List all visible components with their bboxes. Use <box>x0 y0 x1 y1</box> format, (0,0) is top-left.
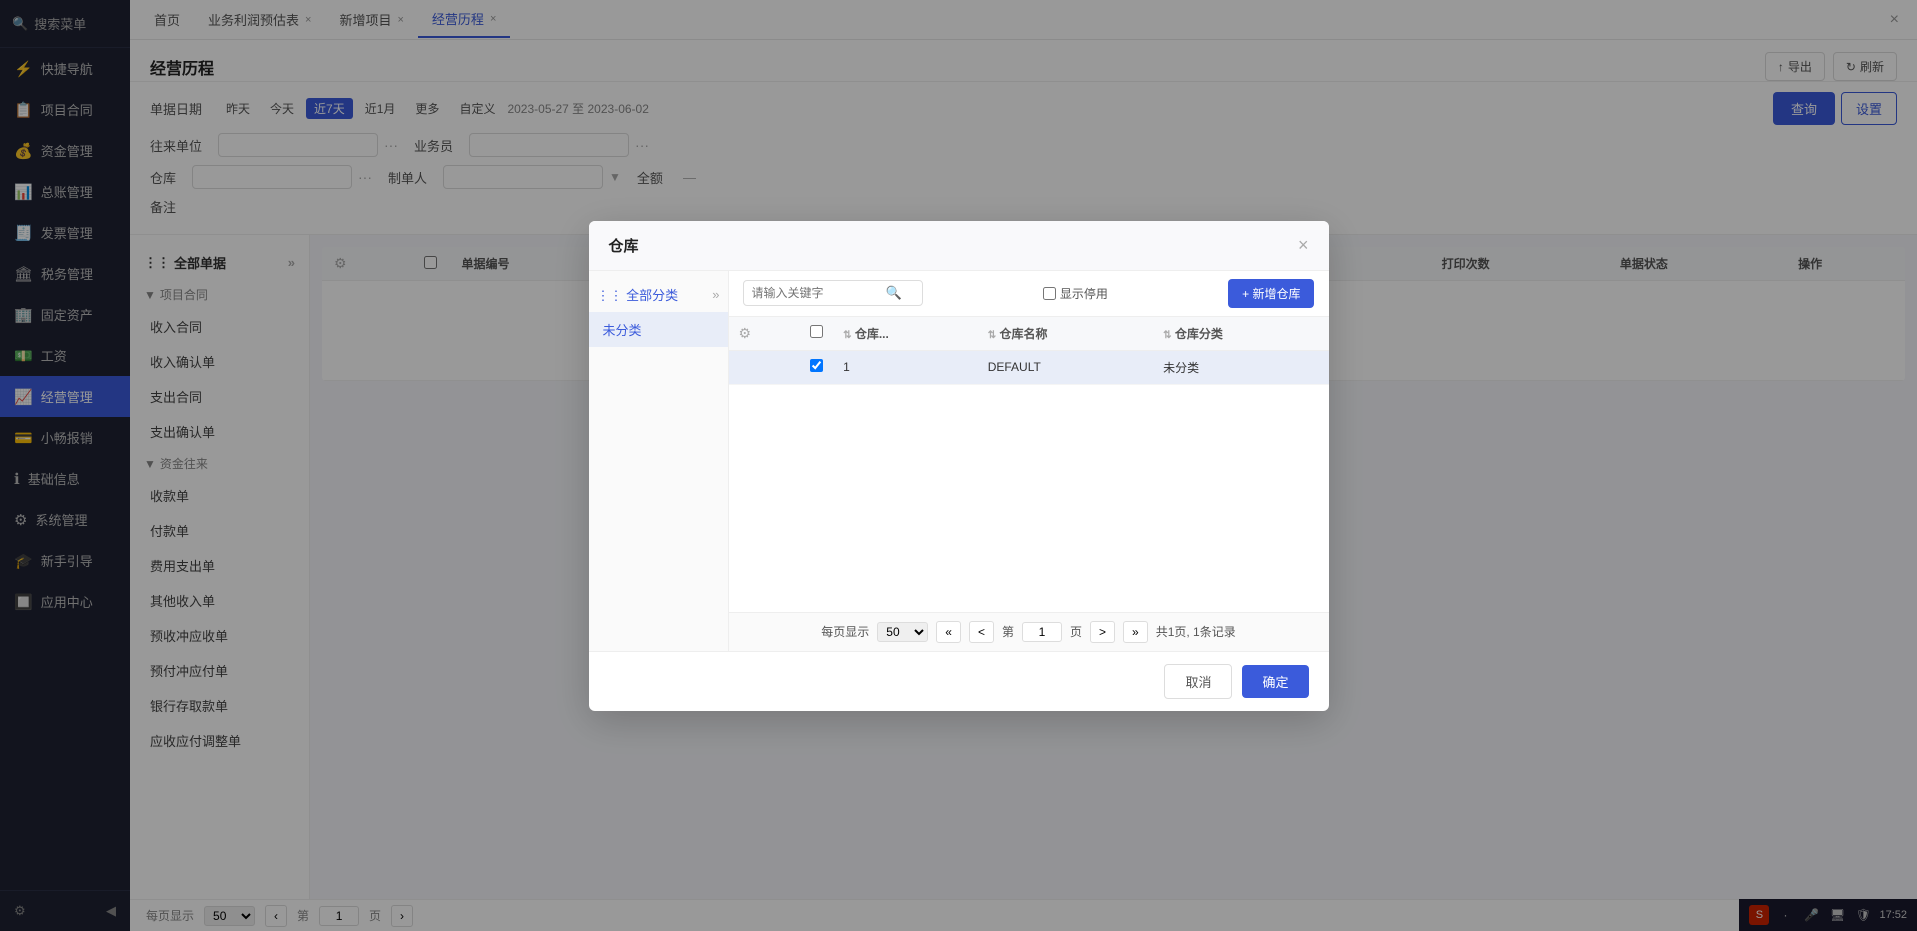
warehouse-table-row[interactable]: 1 DEFAULT 未分类 <box>729 350 1329 384</box>
show-disabled-checkbox[interactable] <box>1043 287 1056 300</box>
wh-th-gear[interactable]: ⚙ <box>729 317 801 351</box>
wh-th-checkbox[interactable] <box>800 317 833 351</box>
wh-col-name: 仓库名称 <box>999 327 1047 341</box>
modal-overlay[interactable]: 仓库 × ⋮⋮ 全部分类 » 未分类 🔍 <box>0 0 1917 931</box>
modal-close-btn[interactable]: × <box>1298 235 1309 256</box>
wh-row-select[interactable] <box>810 359 823 372</box>
modal-next-btn[interactable]: > <box>1090 621 1115 643</box>
wh-col-category: 仓库分类 <box>1175 327 1223 341</box>
modal-search-input[interactable] <box>752 286 882 300</box>
modal-sidebar-item-uncategorized[interactable]: 未分类 <box>589 312 728 347</box>
modal-title: 仓库 <box>609 235 639 256</box>
sidebar-collapse-btn[interactable]: » <box>712 287 719 302</box>
modal-body: ⋮⋮ 全部分类 » 未分类 🔍 显示停用 <box>589 271 1329 651</box>
modal-page-label: 第 <box>1002 623 1014 640</box>
all-categories-label[interactable]: ⋮⋮ 全部分类 <box>597 285 679 304</box>
wh-row-checkbox[interactable] <box>800 350 833 384</box>
sort-icon-category: ⇅ <box>1163 330 1171 341</box>
modal-header: 仓库 × <box>589 221 1329 271</box>
wh-select-all[interactable] <box>810 325 823 338</box>
wh-gear-btn[interactable]: ⚙ <box>739 325 752 342</box>
show-disabled-text: 显示停用 <box>1060 285 1108 302</box>
wh-th-name[interactable]: ⇅ 仓库名称 <box>978 317 1153 351</box>
modal-page-input[interactable] <box>1022 622 1062 642</box>
wh-th-num[interactable]: ⇅ 仓库... <box>833 317 978 351</box>
modal-pagination: 每页显示 50 100 « < 第 页 > » 共1页, 1条记录 <box>729 612 1329 651</box>
wh-th-category[interactable]: ⇅ 仓库分类 <box>1153 317 1328 351</box>
warehouse-modal: 仓库 × ⋮⋮ 全部分类 » 未分类 🔍 <box>589 221 1329 711</box>
modal-total-label: 共1页, 1条记录 <box>1156 623 1236 640</box>
modal-last-btn[interactable]: » <box>1123 621 1148 643</box>
show-disabled-label[interactable]: 显示停用 <box>1043 285 1108 302</box>
wh-col-num: 仓库... <box>855 327 889 341</box>
modal-sidebar-item-label: 未分类 <box>603 320 642 339</box>
warehouse-table: ⚙ ⇅ 仓库... ⇅ 仓库名称 <box>729 317 1329 385</box>
modal-search-icon: 🔍 <box>886 285 902 301</box>
modal-sidebar: ⋮⋮ 全部分类 » 未分类 <box>589 271 729 651</box>
sort-icon-name: ⇅ <box>988 330 996 341</box>
modal-table: ⚙ ⇅ 仓库... ⇅ 仓库名称 <box>729 317 1329 612</box>
wh-row-gear <box>729 350 801 384</box>
modal-per-page-label: 每页显示 <box>821 623 869 640</box>
wh-row-category: 未分类 <box>1153 350 1328 384</box>
wh-row-num: 1 <box>833 350 978 384</box>
confirm-button[interactable]: 确定 <box>1242 665 1308 698</box>
modal-page-suffix: 页 <box>1070 623 1082 640</box>
modal-content: 🔍 显示停用 + 新增仓库 ⚙ <box>729 271 1329 651</box>
modal-footer: 取消 确定 <box>589 651 1329 711</box>
modal-prev-btn[interactable]: < <box>969 621 994 643</box>
add-warehouse-button[interactable]: + 新增仓库 <box>1228 279 1314 308</box>
sort-icon-num: ⇅ <box>843 330 851 341</box>
wh-row-name: DEFAULT <box>978 350 1153 384</box>
cancel-button[interactable]: 取消 <box>1164 664 1232 699</box>
modal-first-btn[interactable]: « <box>936 621 961 643</box>
modal-search-box[interactable]: 🔍 <box>743 280 923 306</box>
modal-toolbar: 🔍 显示停用 + 新增仓库 <box>729 271 1329 317</box>
add-warehouse-label: + 新增仓库 <box>1242 285 1300 302</box>
modal-per-page-select[interactable]: 50 100 <box>877 622 928 642</box>
warehouse-table-header: ⚙ ⇅ 仓库... ⇅ 仓库名称 <box>729 317 1329 351</box>
